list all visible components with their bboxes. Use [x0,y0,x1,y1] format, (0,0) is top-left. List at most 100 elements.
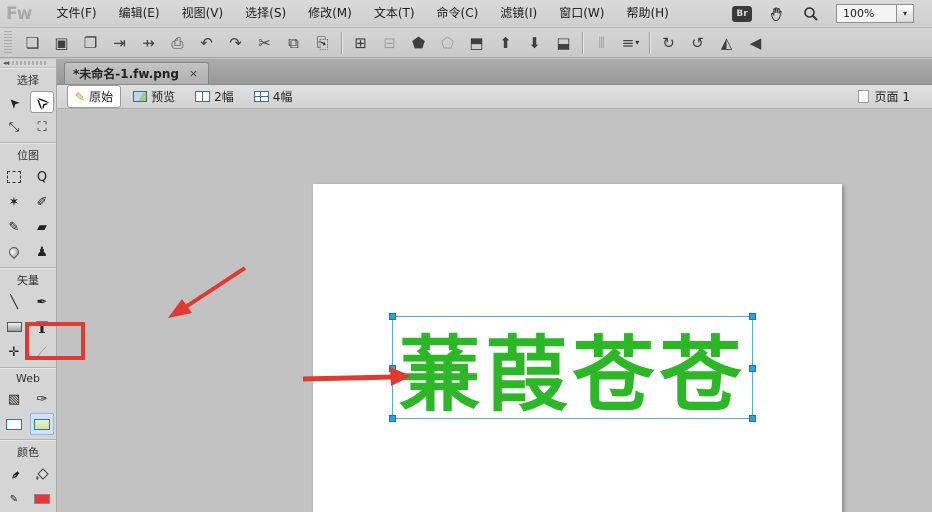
paste-icon[interactable]: ⎘ [308,30,337,56]
ungroup-icon[interactable]: ⊟ [375,30,404,56]
two-up-view-button[interactable]: 2幅 [187,85,242,108]
tools-panel-grip[interactable]: ◂◂ [0,59,56,68]
rotate-90-icon[interactable]: ↺ [683,30,712,56]
document-tab[interactable]: *未命名-1.fw.png × [64,62,209,84]
menu-view[interactable]: 视图(V) [171,0,235,27]
hide-slices-button[interactable] [2,413,26,435]
selection-handle-top-right[interactable] [749,313,756,320]
selection-handle-middle-left[interactable] [389,365,396,372]
magic-wand-icon: ✶ [9,195,20,210]
bring-to-front-icon[interactable]: ⬒ [462,30,491,56]
print-icon[interactable]: ⎙ [163,30,192,56]
combine-paths-icon[interactable]: ⬟ [404,30,433,56]
show-slices-icon [34,419,50,430]
import-icon[interactable]: ⇥ [105,30,134,56]
menu-commands[interactable]: 命令(C) [426,0,490,27]
four-up-view-button[interactable]: 4幅 [246,85,301,108]
magnifier-icon[interactable] [802,5,820,23]
menu-select[interactable]: 选择(S) [234,0,297,27]
menu-help[interactable]: 帮助(H) [615,0,679,27]
undo-icon[interactable]: ↶ [192,30,221,56]
main-toolbar: ❏ ▣ ❐ ⇥ ⇸ ⎙ ↶ ↷ ✂ ⧉ ⎘ ⊞ ⊟ ⬟ ⬠ ⬒ ⬆ ⬇ ⬓ ⫴ … [0,28,932,58]
subselection-tool[interactable]: ➤ [30,91,54,113]
flip-vertical-icon[interactable]: ◀ [741,30,770,56]
tools-section-colors: 颜色 ✒ ✎ [0,440,56,512]
eyedropper-tool[interactable]: ✒ [2,463,26,485]
slice-tool[interactable]: ▧ [2,388,26,410]
open-icon[interactable]: ❐ [76,30,105,56]
lasso-tool[interactable]: Ԛ [30,166,54,188]
paint-bucket-tool[interactable] [30,463,54,485]
selection-handle-top-left[interactable] [389,313,396,320]
blur-tool[interactable] [2,241,26,263]
rectangle-tool[interactable] [2,316,26,338]
split-icon[interactable]: ⬠ [433,30,462,56]
selection-handle-bottom-left[interactable] [389,415,396,422]
rotate-icon[interactable]: ↻ [654,30,683,56]
crop-tool[interactable]: ⛶ [30,116,54,138]
save-icon[interactable]: ▣ [47,30,76,56]
selection-handle-middle-right[interactable] [749,365,756,372]
menu-modify[interactable]: 修改(M) [297,0,363,27]
rubber-stamp-tool[interactable]: ♟ [30,241,54,263]
bridge-icon[interactable]: Br [732,6,752,22]
hotspot-tool[interactable]: ✑ [30,388,54,410]
flip-horizontal-icon[interactable]: ◭ [712,30,741,56]
rectangle-icon [7,322,22,332]
page-indicator-label: 页面 1 [875,88,910,105]
stroke-color-well[interactable]: ✎ [2,488,26,510]
tools-section-web: Web ▧ ✑ [0,368,56,440]
redo-icon[interactable]: ↷ [221,30,250,56]
eraser-tool[interactable]: ▰ [30,216,54,238]
marquee-icon [7,171,21,183]
freeform-tool[interactable]: ✛ [2,341,26,363]
bring-forward-icon[interactable]: ⬆ [491,30,520,56]
menu-window[interactable]: 窗口(W) [548,0,615,27]
toolbar-grip[interactable] [4,31,12,55]
brush-icon: ✐ [37,195,48,210]
menu-text[interactable]: 文本(T) [363,0,426,27]
export-icon[interactable]: ⇸ [134,30,163,56]
magic-wand-tool[interactable]: ✶ [2,191,26,213]
text-tool[interactable]: T [30,316,54,338]
hand-tool-icon[interactable] [768,5,786,23]
selection-handle-bottom-right[interactable] [749,415,756,422]
collapse-panel-icon[interactable]: ◂◂ [3,59,8,67]
send-backward-icon[interactable]: ⬇ [520,30,549,56]
menu-file[interactable]: 文件(F) [45,0,107,27]
menu-edit[interactable]: 编辑(E) [108,0,171,27]
pencil-tool[interactable]: ✎ [2,216,26,238]
close-tab-icon[interactable]: × [187,67,200,80]
vector-section-label: 矢量 [0,272,56,288]
group-icon[interactable]: ⊞ [346,30,375,56]
pen-tool[interactable]: ✒ [30,291,54,313]
menu-filters[interactable]: 滤镜(I) [489,0,548,27]
cut-icon[interactable]: ✂ [250,30,279,56]
new-document-icon[interactable]: ❏ [18,30,47,56]
knife-tool[interactable]: ⟋ [30,341,54,363]
pointer-tool[interactable]: ➤ [2,91,26,113]
hide-slices-icon [6,419,22,430]
zoom-level-select[interactable]: 100% ▾ [836,4,914,23]
text-object-selection[interactable]: 蒹葭苍苍 [392,316,753,419]
original-view-button[interactable]: ✎ 原始 [67,85,121,108]
canvas-text[interactable]: 蒹葭苍苍 [393,317,752,418]
marquee-tool[interactable] [2,166,26,188]
tools-section-select: 选择 ➤ ➤ ⤡ ⛶ [0,68,56,143]
two-up-label: 2幅 [214,88,234,105]
align-icon[interactable]: ⫴ [587,30,616,56]
scale-tool[interactable]: ⤡ [2,116,26,138]
fill-color-well[interactable] [30,488,54,510]
show-slices-button[interactable] [30,413,54,435]
page-indicator[interactable]: 页面 1 [858,88,932,105]
stage-area[interactable]: 蒹葭苍苍 [57,109,932,512]
zoom-dropdown-arrow-icon[interactable]: ▾ [896,5,913,22]
preview-view-button[interactable]: 预览 [125,85,183,108]
line-tool[interactable]: ╲ [2,291,26,313]
align-options-icon[interactable]: ≡▾ [616,30,645,56]
send-to-back-icon[interactable]: ⬓ [549,30,578,56]
fill-color-swatch [34,494,50,504]
zoom-level-value: 100% [837,5,896,22]
copy-icon[interactable]: ⧉ [279,30,308,56]
brush-tool[interactable]: ✐ [30,191,54,213]
